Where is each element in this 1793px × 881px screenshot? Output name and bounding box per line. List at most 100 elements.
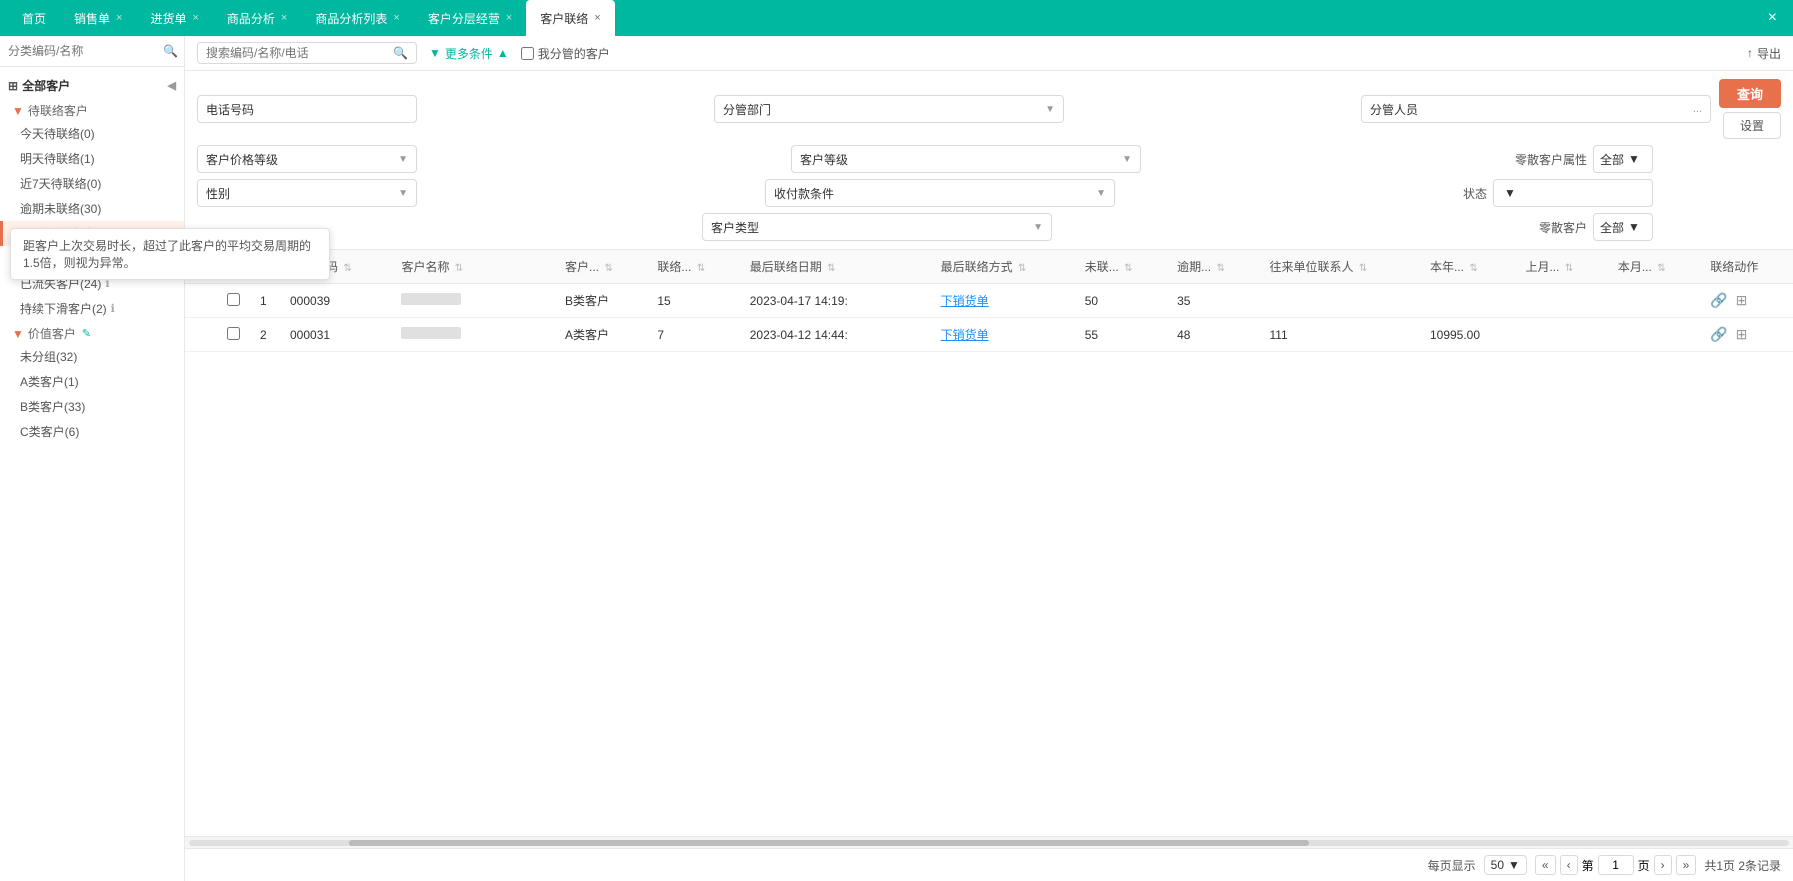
- scrollbar-thumb[interactable]: [349, 840, 1309, 846]
- settings-button[interactable]: 设置: [1723, 112, 1781, 139]
- collapse-icon[interactable]: ◀: [168, 79, 176, 92]
- phone-field[interactable]: 电话号码: [197, 95, 417, 123]
- staff-field[interactable]: 分管人员 ...: [1361, 95, 1711, 123]
- horizontal-scrollbar[interactable]: [185, 836, 1793, 848]
- close-sales-icon[interactable]: ×: [116, 12, 122, 24]
- main-search-input[interactable]: [206, 46, 393, 60]
- sidebar-item-class-c[interactable]: C类客户(6): [0, 419, 184, 444]
- row2-name: [391, 318, 555, 352]
- sort-contacts-icon[interactable]: ⇅: [697, 263, 705, 274]
- sort-not-contact-icon[interactable]: ⇅: [1124, 263, 1132, 274]
- sort-last-month-icon[interactable]: ⇅: [1565, 263, 1573, 274]
- content-area: 🔍 ▼ 更多条件 ▲ 我分管的客户 ↑ 导出 电话号码: [185, 36, 1793, 881]
- row1-link-icon[interactable]: 🔗: [1710, 292, 1727, 309]
- price-grade-field[interactable]: 客户价格等级 ▼: [197, 145, 417, 173]
- nav-product-analysis[interactable]: 商品分析 ×: [213, 0, 301, 36]
- row1-method-link[interactable]: 下销货单: [941, 294, 989, 308]
- table-wrapper[interactable]: ⚙ 客户编码 ⇅ 客户名称: [185, 250, 1793, 836]
- row2-method-link[interactable]: 下销货单: [941, 328, 989, 342]
- row2-not-contact: 55: [1075, 318, 1167, 352]
- retail-attr-select[interactable]: 全部 ▼: [1593, 145, 1653, 173]
- close-segment-icon[interactable]: ×: [506, 12, 512, 24]
- next-page-button[interactable]: ›: [1654, 855, 1672, 875]
- nav-purchase[interactable]: 进货单 ×: [136, 0, 212, 36]
- sidebar-search-input[interactable]: [8, 44, 163, 58]
- sort-category-icon[interactable]: ⇅: [604, 263, 612, 274]
- col-this-year: 本年... ⇅: [1420, 250, 1516, 284]
- query-button[interactable]: 查询: [1719, 79, 1781, 108]
- payment-field[interactable]: 收付款条件 ▼: [765, 179, 1115, 207]
- my-customers-checkbox[interactable]: [521, 47, 534, 60]
- customer-grade-field[interactable]: 客户等级 ▼: [791, 145, 1141, 173]
- search-input-wrap: 🔍: [197, 42, 417, 64]
- last-page-button[interactable]: »: [1676, 855, 1697, 875]
- page-input[interactable]: [1598, 855, 1634, 875]
- first-page-button[interactable]: «: [1535, 855, 1556, 875]
- main-search-icon[interactable]: 🔍: [393, 46, 408, 60]
- row2-link-icon[interactable]: 🔗: [1710, 326, 1727, 343]
- nav-sales[interactable]: 销售单 ×: [60, 0, 136, 36]
- prev-page-button[interactable]: ‹: [1560, 855, 1578, 875]
- sort-year-icon[interactable]: ⇅: [1469, 263, 1477, 274]
- sort-overdue-icon[interactable]: ⇅: [1216, 263, 1224, 274]
- nav-customer-contact[interactable]: 客户联络 ×: [526, 0, 614, 36]
- row1-last-contact-method: 下销货单: [931, 284, 1075, 318]
- nav-customer-segment[interactable]: 客户分层经营 ×: [414, 0, 526, 36]
- sidebar-item-class-a[interactable]: A类客户(1): [0, 369, 184, 394]
- window-close-button[interactable]: ×: [1760, 9, 1785, 27]
- status-arrow-icon: ▼: [1504, 186, 1516, 200]
- close-purchase-icon[interactable]: ×: [192, 12, 198, 24]
- row2-action-icons: 🔗 ⊞: [1710, 326, 1783, 343]
- sort-method-icon[interactable]: ⇅: [1018, 263, 1026, 274]
- export-icon: ↑: [1747, 46, 1753, 60]
- sort-name-icon[interactable]: ⇅: [455, 263, 463, 274]
- row1-action: 🔗 ⊞: [1700, 284, 1793, 318]
- status-select[interactable]: ▼: [1493, 179, 1653, 207]
- row2-overdue: 48: [1167, 318, 1259, 352]
- customer-type-field[interactable]: 客户类型 ▼: [702, 213, 1052, 241]
- col-last-contact-date: 最后联络日期 ⇅: [740, 250, 931, 284]
- row1-last-month: [1515, 284, 1607, 318]
- sidebar-all-customers[interactable]: ⊞ 全部客户 ◀: [0, 73, 184, 98]
- nav-home[interactable]: 首页: [8, 0, 60, 36]
- row1-category: B类客户: [555, 284, 647, 318]
- col-name: 客户名称 ⇅: [391, 250, 555, 284]
- per-page-select[interactable]: 50 ▼: [1484, 855, 1527, 875]
- sort-this-month-icon[interactable]: ⇅: [1657, 263, 1665, 274]
- sidebar-item-today[interactable]: 今天待联络(0): [0, 121, 184, 146]
- row2-grid-icon[interactable]: ⊞: [1736, 326, 1748, 343]
- sidebar-item-declining[interactable]: 持续下滑客户(2) ℹ: [0, 296, 184, 321]
- sidebar-item-7days[interactable]: 近7天待联络(0): [0, 171, 184, 196]
- sidebar-item-overdue[interactable]: 逾期未联络(30): [0, 196, 184, 221]
- row2-action: 🔗 ⊞: [1700, 318, 1793, 352]
- gender-field[interactable]: 性别 ▼: [197, 179, 417, 207]
- sidebar-item-class-b[interactable]: B类客户(33): [0, 394, 184, 419]
- sidebar-search-icon[interactable]: 🔍: [163, 44, 178, 58]
- col-category: 客户... ⇅: [555, 250, 647, 284]
- close-contact-icon[interactable]: ×: [594, 12, 600, 24]
- retail-customer-select[interactable]: 全部 ▼: [1593, 213, 1653, 241]
- dept-field[interactable]: 分管部门 ▼: [714, 95, 1064, 123]
- sort-date-icon[interactable]: ⇅: [827, 263, 835, 274]
- info-icon-declining: ℹ: [111, 302, 115, 315]
- nav-product-analysis-list[interactable]: 商品分析列表 ×: [301, 0, 413, 36]
- filter-row-4: ... 客户类型 ▼ 零散客户 全部 ▼: [197, 213, 1781, 241]
- pagination-bar: 每页显示 50 ▼ « ‹ 第 页 › » 共1页 2条记录: [185, 848, 1793, 881]
- sort-code-icon[interactable]: ⇅: [343, 263, 351, 274]
- row2-select-checkbox[interactable]: [227, 327, 240, 340]
- customer-grade-arrow-icon: ▼: [1122, 154, 1132, 165]
- row1-select-checkbox[interactable]: [227, 293, 240, 306]
- edit-icon[interactable]: ✎: [82, 327, 91, 340]
- more-conditions-btn[interactable]: ▼ 更多条件 ▲: [429, 45, 509, 62]
- staff-dots-icon: ...: [1693, 103, 1702, 115]
- row1-this-year: [1420, 284, 1516, 318]
- close-product-analysis-icon[interactable]: ×: [281, 12, 287, 24]
- sidebar-item-ungroup[interactable]: 未分组(32): [0, 344, 184, 369]
- close-product-list-icon[interactable]: ×: [393, 12, 399, 24]
- row1-grid-icon[interactable]: ⊞: [1736, 292, 1748, 309]
- sidebar-item-tomorrow[interactable]: 明天待联络(1): [0, 146, 184, 171]
- sort-company-icon[interactable]: ⇅: [1359, 263, 1367, 274]
- arrow-down-icon: ▼: [12, 104, 24, 118]
- dept-arrow-icon: ▼: [1045, 104, 1055, 115]
- export-button[interactable]: ↑ 导出: [1747, 45, 1781, 62]
